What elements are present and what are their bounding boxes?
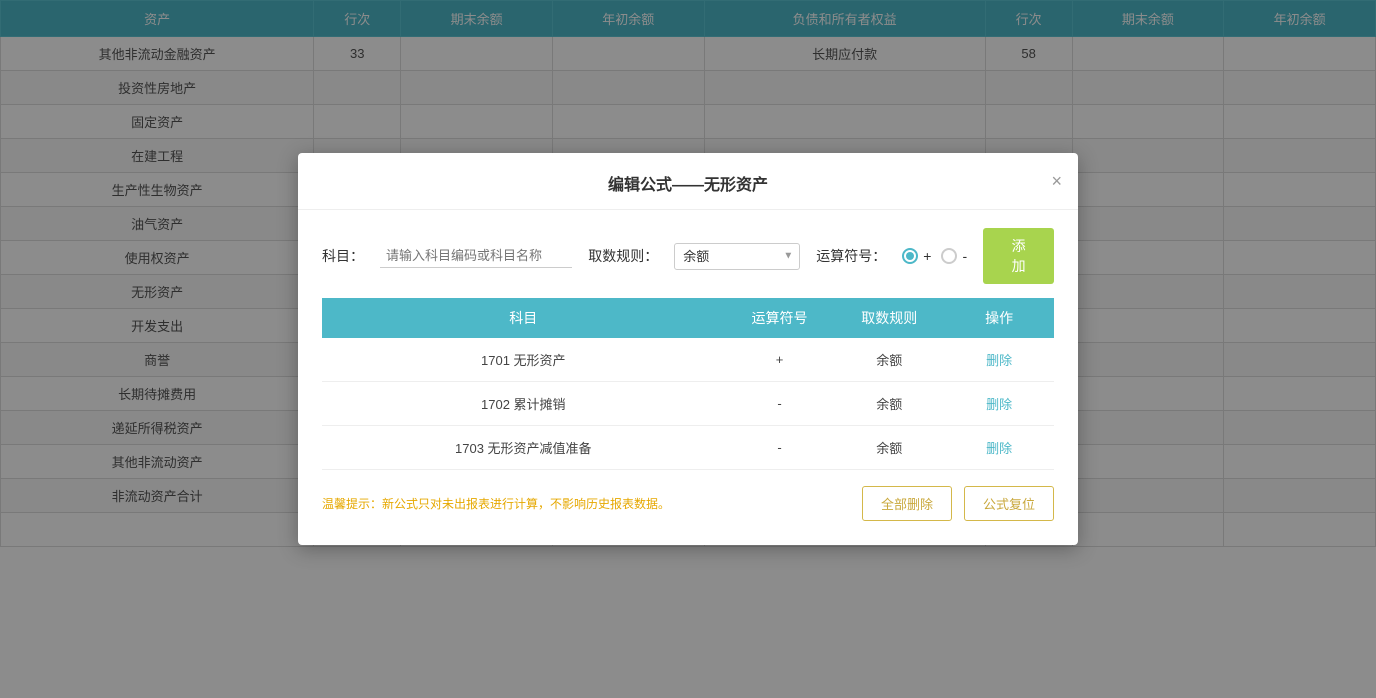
modal-close-button[interactable]: × bbox=[1051, 172, 1062, 190]
operator-cell: - bbox=[725, 382, 835, 426]
rule-select-container: 余额借方发生额贷方发生额借方累计发生额贷方累计发生额 ▼ bbox=[674, 243, 800, 270]
operator-minus-radio[interactable] bbox=[941, 248, 957, 264]
delete-link[interactable]: 删除 bbox=[986, 441, 1012, 456]
th-action: 操作 bbox=[944, 298, 1054, 338]
operator-minus-label: - bbox=[962, 248, 967, 264]
rule-select[interactable]: 余额借方发生额贷方发生额借方累计发生额贷方累计发生额 bbox=[674, 243, 800, 270]
rule-cell: 余额 bbox=[834, 382, 944, 426]
modal-footer: 温馨提示：新公式只对未出报表进行计算，不影响历史报表数据。 全部删除 公式复位 bbox=[298, 470, 1078, 525]
table-row: 1702 累计摊销-余额 删除 bbox=[322, 382, 1054, 426]
subject-input[interactable] bbox=[380, 244, 572, 268]
operator-plus-item[interactable]: + bbox=[902, 248, 931, 264]
operator-radio-group: + - bbox=[902, 248, 967, 264]
action-cell: 删除 bbox=[944, 338, 1054, 382]
delete-link[interactable]: 删除 bbox=[986, 353, 1012, 368]
operator-minus-item[interactable]: - bbox=[941, 248, 967, 264]
table-row: 1703 无形资产减值准备-余额 删除 bbox=[322, 426, 1054, 470]
subject-cell: 1703 无形资产减值准备 bbox=[322, 426, 725, 470]
formula-form: 科目： 取数规则： 余额借方发生额贷方发生额借方累计发生额贷方累计发生额 ▼ 运… bbox=[298, 210, 1078, 298]
delete-link[interactable]: 删除 bbox=[986, 397, 1012, 412]
footer-buttons: 全部删除 公式复位 bbox=[862, 486, 1054, 521]
formula-table-wrap: 科目 运算符号 取数规则 操作 1701 无形资产+余额删除1702 累计摊销-… bbox=[322, 298, 1054, 470]
th-operator: 运算符号 bbox=[725, 298, 835, 338]
action-cell: 删除 bbox=[944, 426, 1054, 470]
th-subject: 科目 bbox=[322, 298, 725, 338]
warning-text: 温馨提示：新公式只对未出报表进行计算，不影响历史报表数据。 bbox=[322, 495, 670, 512]
formula-table: 科目 运算符号 取数规则 操作 1701 无形资产+余额删除1702 累计摊销-… bbox=[322, 298, 1054, 470]
subject-cell: 1702 累计摊销 bbox=[322, 382, 725, 426]
modal-title: 编辑公式——无形资产 bbox=[608, 177, 768, 194]
subject-label: 科目： bbox=[322, 246, 364, 266]
operator-cell: - bbox=[725, 426, 835, 470]
modal-header: 编辑公式——无形资产 × bbox=[298, 153, 1078, 210]
edit-formula-modal: 编辑公式——无形资产 × 科目： 取数规则： 余额借方发生额贷方发生额借方累计发… bbox=[298, 153, 1078, 545]
operator-plus-radio[interactable] bbox=[902, 248, 918, 264]
delete-all-button[interactable]: 全部删除 bbox=[862, 486, 952, 521]
rule-cell: 余额 bbox=[834, 426, 944, 470]
add-button[interactable]: 添加 bbox=[983, 228, 1054, 284]
modal-overlay: 编辑公式——无形资产 × 科目： 取数规则： 余额借方发生额贷方发生额借方累计发… bbox=[0, 0, 1376, 698]
operator-cell: + bbox=[725, 338, 835, 382]
subject-cell: 1701 无形资产 bbox=[322, 338, 725, 382]
rule-cell: 余额 bbox=[834, 338, 944, 382]
table-row: 1701 无形资产+余额 删除 bbox=[322, 338, 1054, 382]
operator-label: 运算符号： bbox=[816, 246, 886, 266]
action-cell: 删除 bbox=[944, 382, 1054, 426]
rule-label: 取数规则： bbox=[588, 246, 658, 266]
th-rule: 取数规则 bbox=[834, 298, 944, 338]
operator-plus-label: + bbox=[923, 248, 931, 264]
reset-formula-button[interactable]: 公式复位 bbox=[964, 486, 1054, 521]
